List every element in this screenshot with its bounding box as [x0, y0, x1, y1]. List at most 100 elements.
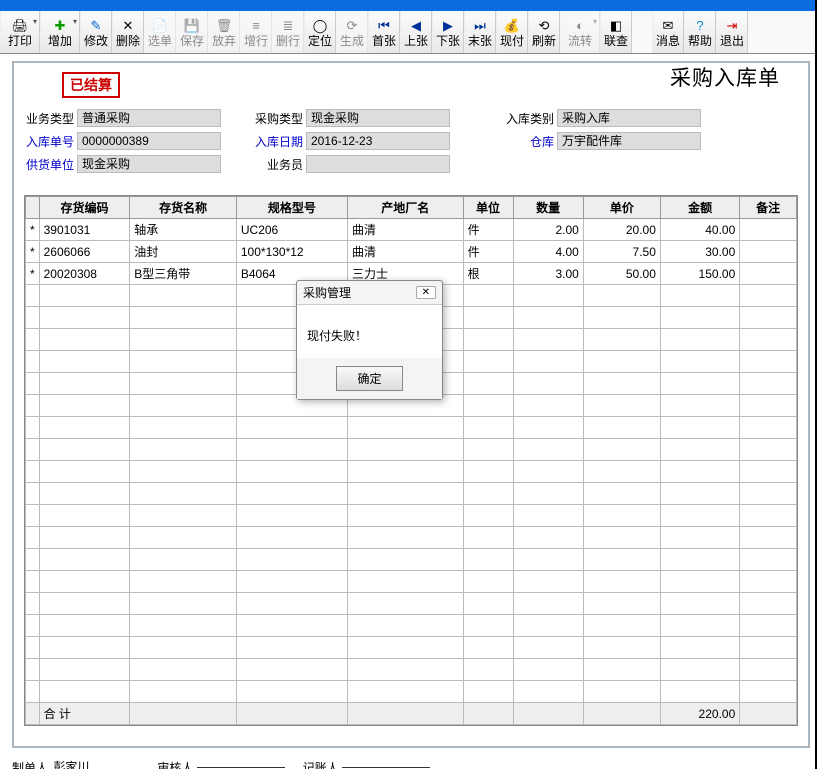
toolbar-label: 生成	[340, 35, 364, 47]
field-warehouse: 仓库万宇配件库	[504, 132, 701, 150]
col-header[interactable]: 存货编码	[39, 197, 130, 219]
table-row[interactable]	[26, 417, 797, 439]
table-row[interactable]	[26, 483, 797, 505]
table-row[interactable]	[26, 505, 797, 527]
toolbar-edit-button[interactable]: ✎修改	[80, 11, 112, 53]
union-icon: ◧	[608, 18, 624, 34]
toolbar-label: 打印	[8, 35, 32, 47]
abandon-icon: 🗑	[216, 18, 232, 34]
toolbar-label: 消息	[656, 35, 680, 47]
error-dialog: 采购管理 ✕ 现付失败！ 确定	[296, 280, 443, 400]
operator-value[interactable]	[306, 155, 450, 173]
table-row[interactable]	[26, 681, 797, 703]
table-row[interactable]	[26, 593, 797, 615]
last-icon: ⏭	[472, 18, 488, 34]
toolbar-msg-button[interactable]: ✉消息	[652, 11, 684, 53]
toolbar-label: 删除	[116, 35, 140, 47]
docno-value[interactable]: 0000000389	[77, 132, 221, 150]
toolbar-exit-button[interactable]: ⇥退出	[716, 11, 748, 53]
prev-icon: ◀	[408, 18, 424, 34]
toolbar-label: 退出	[720, 35, 744, 47]
toolbar-last-button[interactable]: ⏭末张	[464, 11, 496, 53]
toolbar-label: 流转	[568, 35, 592, 47]
biz-type-value[interactable]: 普通采购	[77, 109, 221, 127]
toolbar-help-button[interactable]: ?帮助	[684, 11, 716, 53]
field-operator: 业务员	[253, 155, 450, 173]
help-icon: ?	[692, 18, 708, 34]
col-header[interactable]: 备注	[740, 197, 797, 219]
toolbar-first-button[interactable]: ⏮首张	[368, 11, 400, 53]
table-row[interactable]	[26, 461, 797, 483]
print-icon: 🖨	[12, 18, 28, 34]
table-row[interactable]	[26, 571, 797, 593]
warehouse-value[interactable]: 万宇配件库	[557, 132, 701, 150]
date-value[interactable]: 2016-12-23	[306, 132, 450, 150]
field-maker: 制单人 彭家川	[12, 758, 139, 769]
toolbar-save-button[interactable]: 💾保存	[176, 11, 208, 53]
locate-icon: ◯	[312, 18, 328, 34]
toolbar-addrow-button[interactable]: ≡增行	[240, 11, 272, 53]
toolbar-flow-button[interactable]: ◐流转	[560, 11, 600, 53]
toolbar-pay-button[interactable]: 💰现付	[496, 11, 528, 53]
toolbar-label: 刷新	[532, 35, 556, 47]
toolbar-prev-button[interactable]: ◀上张	[400, 11, 432, 53]
save-icon: 💾	[184, 18, 200, 34]
addrow-icon: ≡	[248, 18, 264, 34]
table-row[interactable]	[26, 637, 797, 659]
toolbar-label: 首张	[372, 35, 396, 47]
toolbar-locate-button[interactable]: ◯定位	[304, 11, 336, 53]
dialog-title: 采购管理	[303, 284, 351, 301]
toolbar-label: 末张	[468, 35, 492, 47]
toolbar-label: 联查	[604, 35, 628, 47]
title-bar	[0, 0, 815, 11]
col-header[interactable]: 单价	[583, 197, 660, 219]
msg-icon: ✉	[660, 18, 676, 34]
toolbar-select-button[interactable]: 📄选单	[144, 11, 176, 53]
toolbar-abandon-button[interactable]: 🗑放弃	[208, 11, 240, 53]
edit-icon: ✎	[88, 18, 104, 34]
in-type-value[interactable]: 采购入库	[557, 109, 701, 127]
dialog-ok-button[interactable]: 确定	[336, 366, 402, 391]
gen-icon: ⟳	[344, 18, 360, 34]
toolbar-gen-button[interactable]: ⟳生成	[336, 11, 368, 53]
col-header[interactable]: 金额	[660, 197, 739, 219]
col-header[interactable]: 数量	[513, 197, 583, 219]
field-booker: 记账人	[303, 758, 430, 769]
toolbar-add-button[interactable]: ✚增加	[40, 11, 80, 53]
toolbar-label: 选单	[148, 35, 172, 47]
toolbar-label: 删行	[276, 35, 300, 47]
toolbar-label: 定位	[308, 35, 332, 47]
toolbar-label: 现付	[500, 35, 524, 47]
toolbar-label: 放弃	[212, 35, 236, 47]
col-header[interactable]: 存货名称	[130, 197, 237, 219]
table-row[interactable]: *3901031轴承UC206曲清件2.0020.0040.00	[26, 219, 797, 241]
col-header[interactable]: 规格型号	[236, 197, 347, 219]
first-icon: ⏮	[376, 18, 392, 34]
toolbar-refresh-button[interactable]: ⟲刷新	[528, 11, 560, 53]
dialog-close-button[interactable]: ✕	[416, 286, 436, 299]
pay-icon: 💰	[504, 18, 520, 34]
grid[interactable]: 存货编码存货名称规格型号产地厂名单位数量单价金额备注*3901031轴承UC20…	[24, 195, 798, 726]
field-biz-type: 业务类型普通采购	[24, 109, 221, 127]
table-row[interactable]	[26, 439, 797, 461]
table-row[interactable]: *2606066油封100*130*12曲清件4.007.5030.00	[26, 241, 797, 263]
supplier-value[interactable]: 现金采购	[77, 155, 221, 173]
toolbar-next-button[interactable]: ▶下张	[432, 11, 464, 53]
toolbar-union-button[interactable]: ◧联查	[600, 11, 632, 53]
toolbar-del-button[interactable]: ✕删除	[112, 11, 144, 53]
col-header[interactable]: 单位	[463, 197, 513, 219]
table-row[interactable]	[26, 527, 797, 549]
purchase-type-value[interactable]: 现金采购	[306, 109, 450, 127]
document-area: 采购入库单 已结算 业务类型普通采购 采购类型现金采购 入库类别采购入库 入库单…	[12, 61, 810, 748]
toolbar-print-button[interactable]: 🖨打印	[0, 11, 40, 53]
table-row[interactable]	[26, 659, 797, 681]
field-date: 入库日期2016-12-23	[253, 132, 450, 150]
toolbar-label: 上张	[404, 35, 428, 47]
toolbar-label: 增加	[48, 35, 72, 47]
table-row[interactable]	[26, 615, 797, 637]
toolbar-delrow-button[interactable]: ≣删行	[272, 11, 304, 53]
col-header[interactable]: 产地厂名	[347, 197, 463, 219]
refresh-icon: ⟲	[536, 18, 552, 34]
table-row[interactable]	[26, 549, 797, 571]
field-in-type: 入库类别采购入库	[504, 109, 701, 127]
